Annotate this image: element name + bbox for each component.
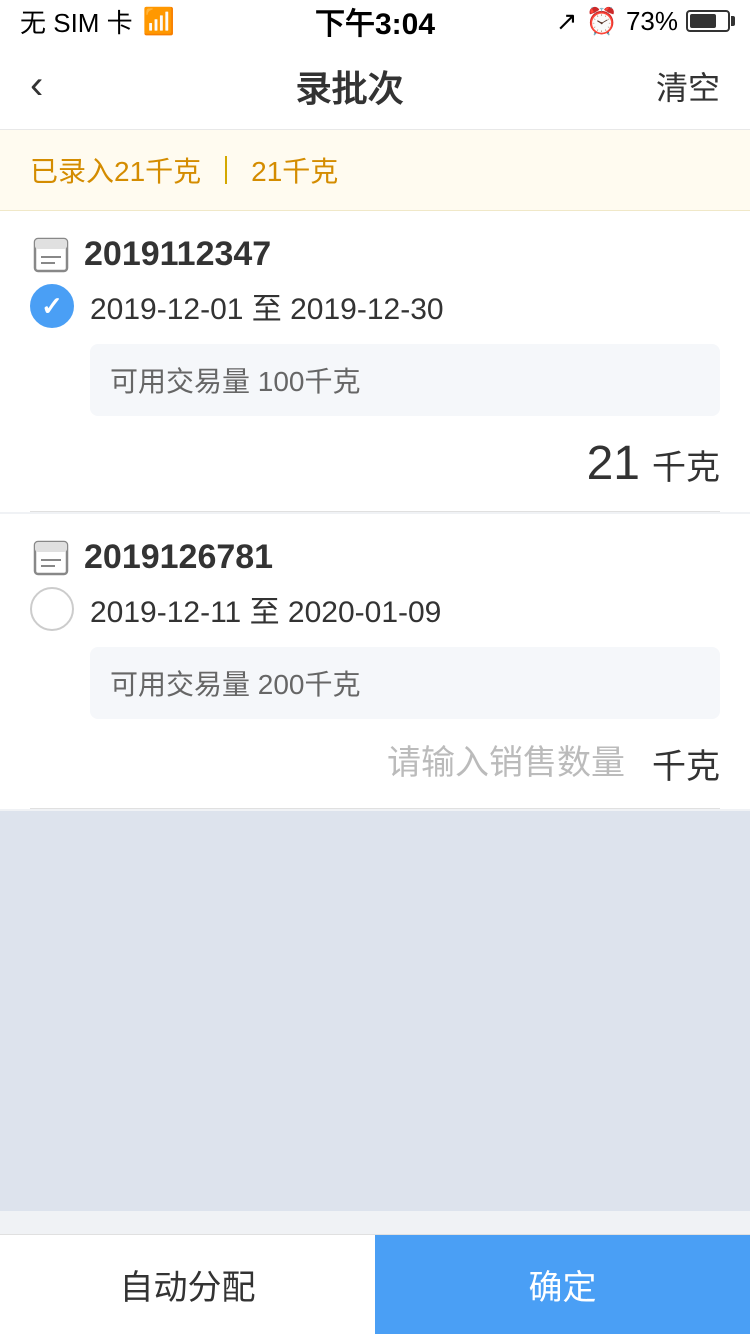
status-bar: 无 SIM 卡 📶 下午3:04 ↗ ⏰ 73% xyxy=(0,0,750,42)
battery-icon xyxy=(686,10,730,32)
info-banner: 已录入21千克 21千克 xyxy=(0,130,750,211)
bottom-bar: 自动分配 确定 xyxy=(0,1234,750,1334)
back-button[interactable]: ‹ xyxy=(30,63,43,108)
empty-area xyxy=(0,811,750,1211)
location-icon: ↗ xyxy=(556,6,578,37)
alarm-icon: ⏰ xyxy=(586,6,618,37)
recorded-amount-label: 已录入21千克 xyxy=(30,150,201,190)
banner-divider xyxy=(225,156,227,184)
batch2-date: 2019-12-11 至 2020-01-09 xyxy=(90,587,441,631)
batch1-qty-text: 可用交易量 100千克 xyxy=(110,366,361,397)
batch1-radio[interactable] xyxy=(30,284,74,328)
batch1-unit: 千克 xyxy=(652,440,720,489)
batch2-id: 2019126781 xyxy=(84,538,273,577)
batch2-divider xyxy=(30,808,720,809)
batch1-date-row[interactable]: 2019-12-01 至 2019-12-30 xyxy=(30,284,720,328)
batch2-doc-icon xyxy=(30,539,72,577)
wifi-icon: 📶 xyxy=(143,6,175,37)
auto-distribute-button[interactable]: 自动分配 xyxy=(0,1235,375,1334)
batch2-qty-text: 可用交易量 200千克 xyxy=(110,669,361,700)
batch2-input-row[interactable]: 千克 xyxy=(0,719,750,808)
quantity-input[interactable] xyxy=(340,744,640,783)
nav-bar: ‹ 录批次 清空 xyxy=(0,42,750,130)
batch2-qty-box: 可用交易量 200千克 xyxy=(90,647,720,719)
batch1-date: 2019-12-01 至 2019-12-30 xyxy=(90,284,444,328)
batch1-divider xyxy=(30,511,720,512)
status-left: 无 SIM 卡 📶 xyxy=(20,3,175,40)
recorded-amount-value: 21千克 xyxy=(251,150,338,190)
batch1-amount: 21 xyxy=(587,436,640,491)
status-right: ↗ ⏰ 73% xyxy=(556,6,730,37)
sim-text: 无 SIM 卡 xyxy=(20,3,133,40)
status-time: 下午3:04 xyxy=(315,0,435,43)
batch-item-2: 2019126781 2019-12-11 至 2020-01-09 可用交易量… xyxy=(0,514,750,809)
batch2-radio[interactable] xyxy=(30,587,74,631)
batch1-id: 2019112347 xyxy=(84,235,271,274)
clear-button[interactable]: 清空 xyxy=(656,63,720,109)
batch1-doc-icon xyxy=(30,236,72,274)
batch2-header: 2019126781 xyxy=(30,538,720,577)
page-title: 录批次 xyxy=(296,60,404,112)
batch-item-1: 2019112347 2019-12-01 至 2019-12-30 可用交易量… xyxy=(0,211,750,512)
batch2-unit: 千克 xyxy=(652,739,720,788)
confirm-button[interactable]: 确定 xyxy=(375,1235,750,1334)
batch2-date-row[interactable]: 2019-12-11 至 2020-01-09 xyxy=(30,587,720,631)
batch1-qty-box: 可用交易量 100千克 xyxy=(90,344,720,416)
battery-percent: 73% xyxy=(626,6,678,37)
batch1-header: 2019112347 xyxy=(30,235,720,274)
batch1-amount-row: 21 千克 xyxy=(0,416,750,511)
